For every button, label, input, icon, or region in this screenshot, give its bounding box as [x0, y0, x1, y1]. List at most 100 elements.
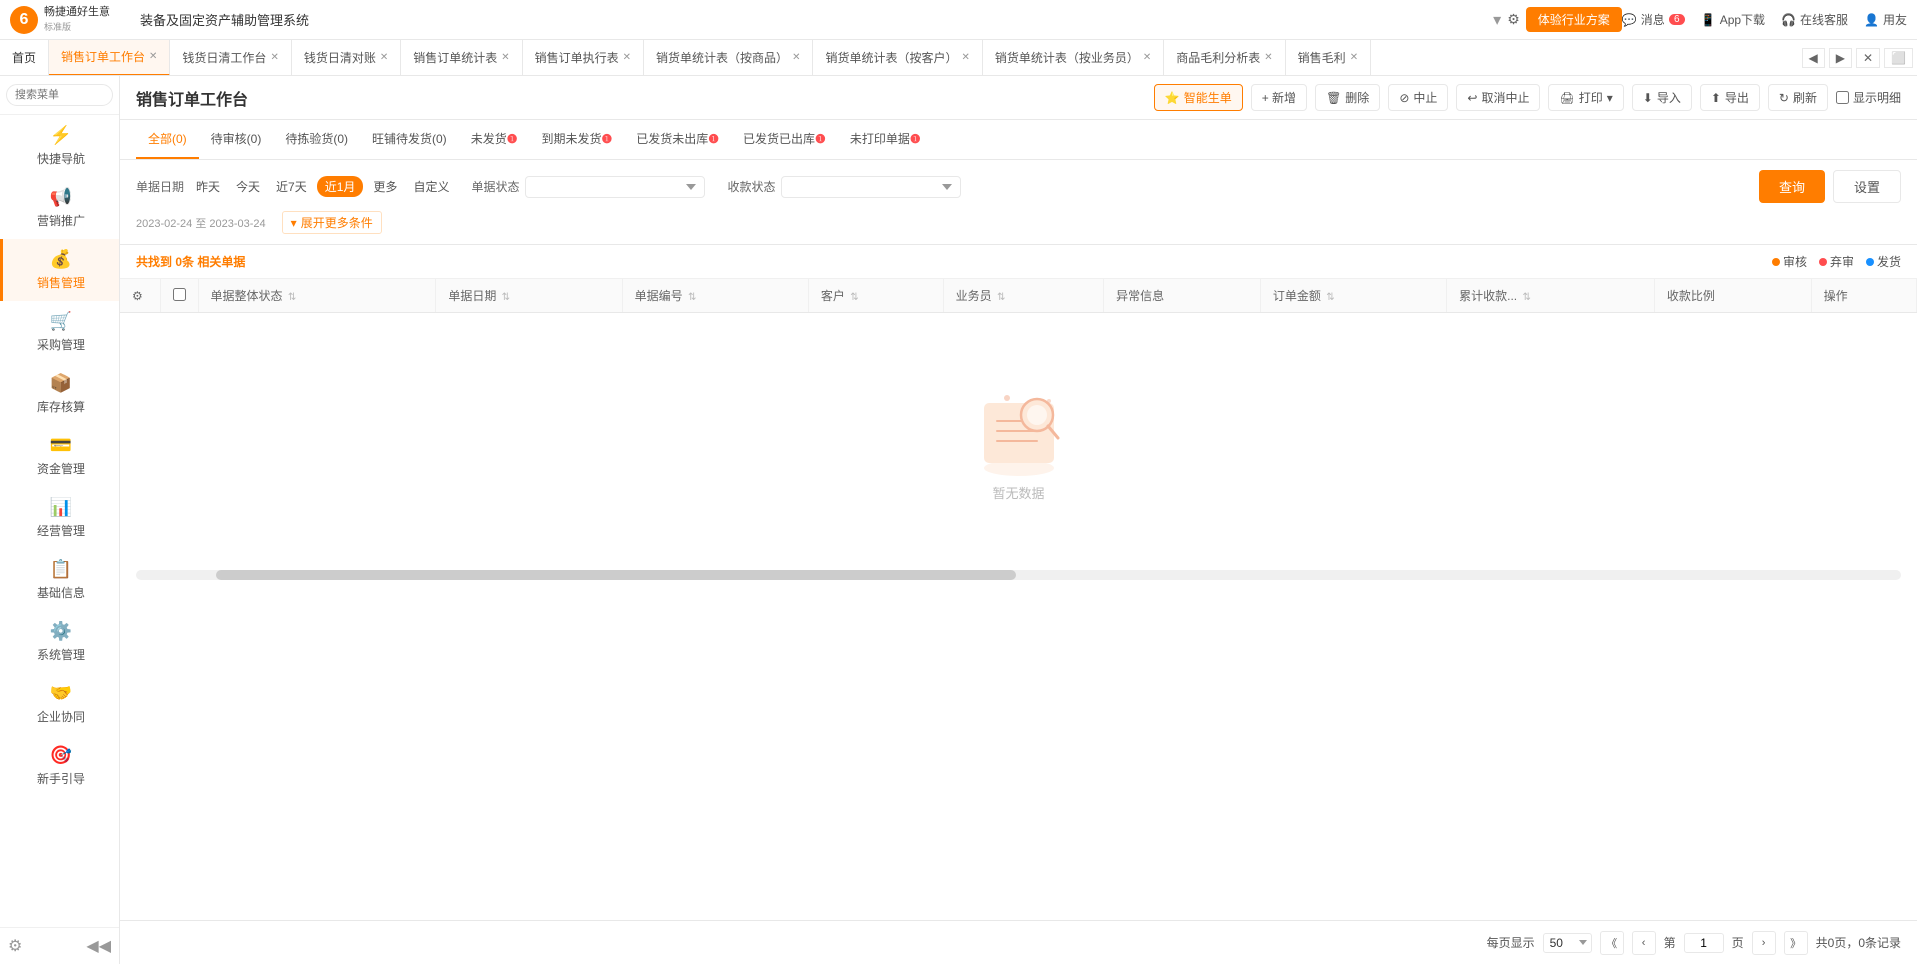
tab-close-icon3[interactable]: ✕ [380, 52, 388, 63]
date-opt-yesterday[interactable]: 昨天 [190, 176, 226, 197]
audit-btn[interactable]: 审核 [1772, 253, 1807, 270]
sidebar-item-sales[interactable]: 💰 销售管理 [0, 239, 119, 301]
scroll-track[interactable] [136, 570, 1901, 580]
tab-sales-exec[interactable]: 销售订单执行表 ✕ [523, 40, 644, 76]
sort-icon-amount[interactable]: ⇅ [1326, 292, 1334, 303]
date-opt-7days[interactable]: 近7天 [270, 176, 313, 197]
col-checkbox[interactable] [160, 279, 198, 313]
stop-btn[interactable]: ⊘ 中止 [1388, 84, 1448, 111]
filter-tab-unshipped[interactable]: 未发货❶ [459, 120, 530, 159]
sidebar-item-guide[interactable]: 🎯 新手引导 [0, 735, 119, 797]
status-select[interactable] [525, 176, 705, 198]
sidebar-item-inventory[interactable]: 📦 库存核算 [0, 363, 119, 425]
tab-close-icon2[interactable]: ✕ [270, 52, 278, 63]
filter-setting-btn[interactable]: 设置 [1833, 170, 1901, 203]
tab-gross-profit[interactable]: 商品毛利分析表 ✕ [1164, 40, 1285, 76]
filter-tab-pending[interactable]: 待审核(0) [199, 120, 274, 159]
tab-cash-daily[interactable]: 钱货日清工作台 ✕ [170, 40, 291, 76]
filter-tab-wangpu[interactable]: 旺铺待发货(0) [360, 120, 459, 159]
tab-sales-margin[interactable]: 销售毛利 ✕ [1286, 40, 1371, 76]
tab-sales-staff[interactable]: 销货单统计表（按业务员） ✕ [983, 40, 1164, 76]
page-size-select[interactable]: 50 20 100 [1543, 933, 1592, 953]
industry-btn[interactable]: 体验行业方案 [1526, 7, 1622, 32]
date-opt-1month[interactable]: 近1月 [317, 176, 364, 197]
sidebar-item-operations[interactable]: 📊 经营管理 [0, 487, 119, 549]
tab-close-icon5[interactable]: ✕ [623, 52, 631, 63]
app-download-btn[interactable]: 📱 App下载 [1701, 11, 1765, 28]
query-btn[interactable]: 查询 [1759, 170, 1825, 203]
cancel-audit-btn[interactable]: 弃审 [1819, 253, 1854, 270]
sort-icon-staff[interactable]: ⇅ [997, 292, 1005, 303]
date-opt-more[interactable]: 更多 [367, 176, 403, 197]
sidebar-item-enterprise[interactable]: 🤝 企业协同 [0, 673, 119, 735]
table-scroll-area[interactable]: ⚙ 单据整体状态 ⇅ 单据日期 ⇅ 单据编号 [120, 279, 1917, 920]
sort-icon-number[interactable]: ⇅ [688, 292, 696, 303]
gear-settings-icon[interactable]: ⚙ [1507, 11, 1520, 28]
sidebar-item-system[interactable]: ⚙️ 系统管理 [0, 611, 119, 673]
tab-close-icon10[interactable]: ✕ [1350, 52, 1358, 63]
page-number-input[interactable] [1684, 933, 1724, 953]
export-btn[interactable]: ⬆ 导出 [1700, 84, 1760, 111]
sort-icon-collected[interactable]: ⇅ [1522, 292, 1530, 303]
tab-close-icon8[interactable]: ✕ [1143, 52, 1151, 63]
filter-tab-shipped-out[interactable]: 已发货已出库❶ [731, 120, 838, 159]
refresh-btn[interactable]: ↻ 刷新 [1768, 84, 1828, 111]
page-next-btn[interactable]: › [1752, 931, 1776, 955]
sidebar-item-purchase[interactable]: 🛒 采购管理 [0, 301, 119, 363]
tab-cash-reconcile[interactable]: 钱货日清对账 ✕ [292, 40, 401, 76]
message-btn[interactable]: 💬 消息 6 [1622, 11, 1685, 28]
date-opt-custom[interactable]: 自定义 [407, 176, 455, 197]
tab-close-icon[interactable]: ✕ [149, 51, 157, 62]
date-opt-today[interactable]: 今天 [230, 176, 266, 197]
print-btn[interactable]: 🖨 打印 ▾ [1548, 84, 1623, 111]
tab-close-icon4[interactable]: ✕ [501, 52, 509, 63]
sidebar-item-basic[interactable]: 📋 基础信息 [0, 549, 119, 611]
show-detail-checkbox[interactable] [1836, 91, 1849, 104]
tab-sales-stats[interactable]: 销售订单统计表 ✕ [401, 40, 522, 76]
user-btn[interactable]: 👤 用友 [1864, 11, 1907, 28]
tab-close-all[interactable]: ✕ [1856, 48, 1880, 68]
tab-sales-order[interactable]: 销售订单工作台 ✕ [49, 40, 170, 76]
ai-generate-btn[interactable]: ⭐ 智能生单 [1154, 84, 1243, 111]
tab-sales-customer[interactable]: 销货单统计表（按客户） ✕ [813, 40, 982, 76]
ship-btn[interactable]: 发货 [1866, 253, 1901, 270]
sidebar-collapse-icon[interactable]: ◀◀ [86, 936, 111, 956]
tab-maximize[interactable]: ⬜ [1884, 48, 1913, 68]
delete-btn[interactable]: 🗑 删除 [1315, 84, 1380, 111]
page-last-btn[interactable]: 》 [1784, 931, 1808, 955]
collection-select[interactable] [781, 176, 961, 198]
col-settings[interactable]: ⚙ [120, 279, 160, 313]
sort-icon-date[interactable]: ⇅ [502, 292, 510, 303]
filter-tab-overdue[interactable]: 到期未发货❶ [529, 120, 624, 159]
sidebar-settings-icon[interactable]: ⚙ [8, 936, 22, 956]
tab-sales-product[interactable]: 销货单统计表（按商品） ✕ [644, 40, 813, 76]
search-input[interactable] [6, 84, 113, 106]
filter-tab-unprinted[interactable]: 未打印单据❶ [838, 120, 933, 159]
tab-home[interactable]: 首页 [0, 40, 49, 76]
page-prev-btn[interactable]: ‹ [1632, 931, 1656, 955]
filter-tab-inspect[interactable]: 待拣验货(0) [273, 120, 360, 159]
sidebar-item-quicknav[interactable]: ⚡ 快捷导航 [0, 115, 119, 177]
tab-close-icon6[interactable]: ✕ [792, 52, 800, 63]
new-btn[interactable]: + 新增 [1251, 84, 1307, 111]
sidebar-item-marketing[interactable]: 📢 营销推广 [0, 177, 119, 239]
tab-scroll-right[interactable]: ▶ [1829, 48, 1852, 68]
show-detail-label[interactable]: 显示明细 [1836, 89, 1901, 106]
sort-icon-customer[interactable]: ⇅ [850, 292, 858, 303]
tab-close-icon9[interactable]: ✕ [1264, 52, 1272, 63]
expand-conditions-btn[interactable]: ▾ 展开更多条件 [282, 211, 382, 234]
tab-scroll-left[interactable]: ◀ [1802, 48, 1825, 68]
scroll-thumb[interactable] [216, 570, 1016, 580]
import-btn[interactable]: ⬇ 导入 [1632, 84, 1692, 111]
online-service-btn[interactable]: 🎧 在线客服 [1781, 11, 1848, 28]
horizontal-scrollbar[interactable] [120, 562, 1917, 588]
filter-tab-shipped-not-out[interactable]: 已发货未出库❶ [624, 120, 731, 159]
page-first-btn[interactable]: 《 [1600, 931, 1624, 955]
sort-icon-status[interactable]: ⇅ [288, 292, 296, 303]
tab-close-icon7[interactable]: ✕ [961, 52, 969, 63]
dropdown-arrow[interactable]: ▾ [1493, 10, 1501, 30]
select-all-checkbox[interactable] [173, 288, 186, 301]
sidebar-item-finance[interactable]: 💳 资金管理 [0, 425, 119, 487]
filter-tab-all[interactable]: 全部(0) [136, 120, 199, 159]
cancel-stop-btn[interactable]: ↩ 取消中止 [1456, 84, 1540, 111]
